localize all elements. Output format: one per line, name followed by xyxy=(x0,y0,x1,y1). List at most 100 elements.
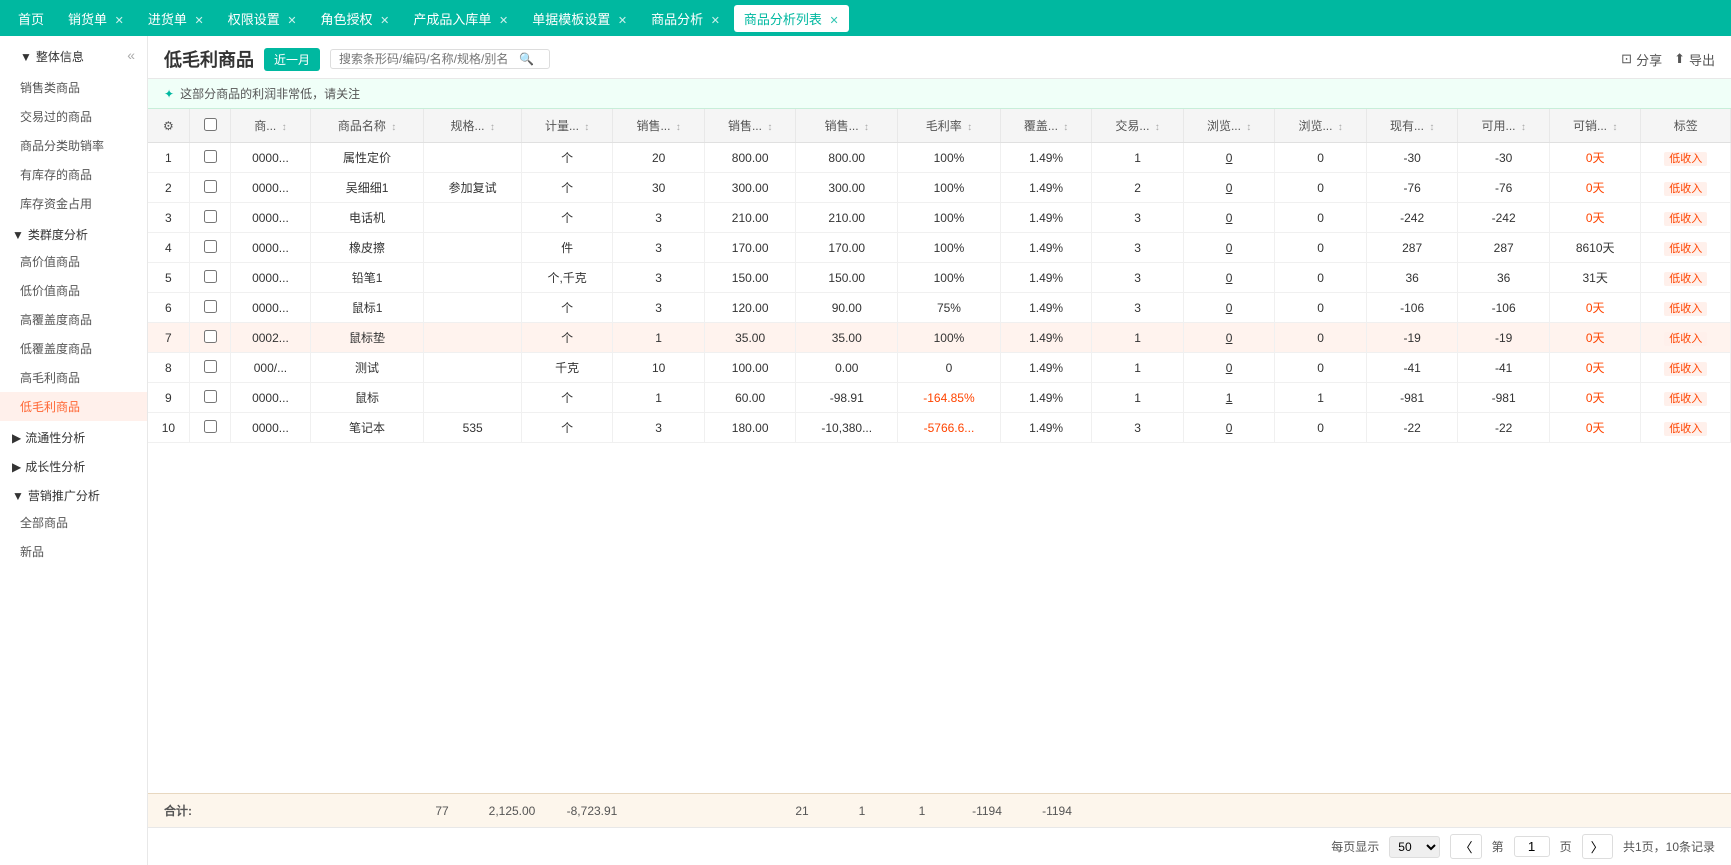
col-sales-qty[interactable]: 销售... ↕ xyxy=(613,109,705,143)
col-transactions[interactable]: 交易... ↕ xyxy=(1092,109,1184,143)
col-tag[interactable]: 标签 xyxy=(1641,109,1731,143)
views1-link[interactable]: 0 xyxy=(1226,331,1233,345)
nav-permissions[interactable]: 权限设置 ✕ xyxy=(218,5,307,32)
page-number-input[interactable] xyxy=(1514,836,1550,857)
row-checkbox[interactable] xyxy=(189,233,231,263)
search-box[interactable]: 🔍 xyxy=(330,49,550,69)
row-views1[interactable]: 1 xyxy=(1183,383,1275,413)
col-available-stock[interactable]: 可用... ↕ xyxy=(1458,109,1550,143)
nav-role-auth[interactable]: 角色授权 ✕ xyxy=(311,5,400,32)
sidebar-group-growth[interactable]: ▶ 成长性分析 xyxy=(0,450,147,479)
row-select-checkbox[interactable] xyxy=(204,300,217,313)
close-purchase-order-icon[interactable]: ✕ xyxy=(194,15,203,27)
sidebar-item-low-value[interactable]: 低价值商品 xyxy=(0,276,147,305)
row-checkbox[interactable] xyxy=(189,293,231,323)
col-views2[interactable]: 浏览... ↕ xyxy=(1275,109,1367,143)
per-page-select[interactable]: 50 20 100 xyxy=(1389,836,1440,858)
sidebar-item-high-coverage[interactable]: 高覆盖度商品 xyxy=(0,305,147,334)
nav-template-settings[interactable]: 单据模板设置 ✕ xyxy=(522,5,637,32)
col-code[interactable]: 商... ↕ xyxy=(231,109,310,143)
col-sales-price[interactable]: 销售... ↕ xyxy=(704,109,796,143)
col-checkbox[interactable] xyxy=(189,109,231,143)
sidebar-item-low-margin[interactable]: 低毛利商品 xyxy=(0,392,147,421)
row-views1[interactable]: 0 xyxy=(1183,353,1275,383)
col-settings[interactable]: ⚙ xyxy=(148,109,189,143)
sidebar-collapse-btn[interactable]: « xyxy=(123,47,139,63)
row-select-checkbox[interactable] xyxy=(204,210,217,223)
row-views1[interactable]: 0 xyxy=(1183,323,1275,353)
nav-product-analysis[interactable]: 商品分析 ✕ xyxy=(641,5,730,32)
nav-product-entry[interactable]: 产成品入库单 ✕ xyxy=(403,5,518,32)
sidebar-group-overview[interactable]: ▼ 整体信息 xyxy=(8,40,96,69)
row-select-checkbox[interactable] xyxy=(204,360,217,373)
views1-link[interactable]: 1 xyxy=(1226,391,1233,405)
export-button[interactable]: ⬆ 导出 xyxy=(1674,50,1715,69)
select-all-checkbox[interactable] xyxy=(204,118,217,131)
row-views1[interactable]: 0 xyxy=(1183,263,1275,293)
row-select-checkbox[interactable] xyxy=(204,330,217,343)
col-sellable[interactable]: 可销... ↕ xyxy=(1549,109,1641,143)
row-views1[interactable]: 0 xyxy=(1183,203,1275,233)
views1-link[interactable]: 0 xyxy=(1226,211,1233,225)
next-page-button[interactable]: 〉 xyxy=(1582,834,1613,859)
row-views1[interactable]: 0 xyxy=(1183,143,1275,173)
search-input[interactable] xyxy=(339,52,519,66)
row-views1[interactable]: 0 xyxy=(1183,233,1275,263)
close-template-icon[interactable]: ✕ xyxy=(618,15,627,27)
col-name[interactable]: 商品名称 ↕ xyxy=(310,109,424,143)
row-views1[interactable]: 0 xyxy=(1183,293,1275,323)
row-select-checkbox[interactable] xyxy=(204,420,217,433)
col-coverage[interactable]: 覆盖... ↕ xyxy=(1000,109,1092,143)
row-checkbox[interactable] xyxy=(189,173,231,203)
nav-home[interactable]: 首页 xyxy=(8,5,54,32)
row-select-checkbox[interactable] xyxy=(204,270,217,283)
sidebar-item-low-coverage[interactable]: 低覆盖度商品 xyxy=(0,334,147,363)
sidebar-item-new-products[interactable]: 新品 xyxy=(0,537,147,566)
row-checkbox[interactable] xyxy=(189,143,231,173)
col-spec[interactable]: 规格... ↕ xyxy=(424,109,521,143)
views1-link[interactable]: 0 xyxy=(1226,271,1233,285)
data-table-container[interactable]: ⚙ 商... ↕ 商品名称 ↕ 规格... ↕ 计量... ↕ 销售... ↕ … xyxy=(148,109,1731,793)
row-select-checkbox[interactable] xyxy=(204,150,217,163)
sidebar-item-category-rate[interactable]: 商品分类助销率 xyxy=(0,131,147,160)
views1-link[interactable]: 0 xyxy=(1226,421,1233,435)
sidebar-item-high-value[interactable]: 高价值商品 xyxy=(0,247,147,276)
row-checkbox[interactable] xyxy=(189,413,231,443)
share-button[interactable]: ⊡ 分享 xyxy=(1621,50,1662,69)
row-checkbox[interactable] xyxy=(189,353,231,383)
row-select-checkbox[interactable] xyxy=(204,240,217,253)
sidebar-group-cluster[interactable]: ▼ 类群度分析 xyxy=(0,218,147,247)
row-select-checkbox[interactable] xyxy=(204,180,217,193)
sidebar-item-stocked-products[interactable]: 有库存的商品 xyxy=(0,160,147,189)
row-views1[interactable]: 0 xyxy=(1183,413,1275,443)
close-product-entry-icon[interactable]: ✕ xyxy=(499,15,508,27)
nav-purchase-order[interactable]: 进货单 ✕ xyxy=(138,5,214,32)
row-select-checkbox[interactable] xyxy=(204,390,217,403)
sidebar-item-inventory-capital[interactable]: 库存资金占用 xyxy=(0,189,147,218)
col-views1[interactable]: 浏览... ↕ xyxy=(1183,109,1275,143)
views1-link[interactable]: 0 xyxy=(1226,301,1233,315)
search-icon[interactable]: 🔍 xyxy=(519,52,534,66)
period-button[interactable]: 近一月 xyxy=(264,48,320,71)
views1-link[interactable]: 0 xyxy=(1226,181,1233,195)
row-checkbox[interactable] xyxy=(189,203,231,233)
sidebar-item-sales-products[interactable]: 销售类商品 xyxy=(0,73,147,102)
row-checkbox[interactable] xyxy=(189,263,231,293)
sidebar-item-traded-products[interactable]: 交易过的商品 xyxy=(0,102,147,131)
close-analysis-list-icon[interactable]: ✕ xyxy=(830,15,839,27)
col-sales-amount[interactable]: 销售... ↕ xyxy=(796,109,898,143)
views1-link[interactable]: 0 xyxy=(1226,361,1233,375)
sidebar-group-flow[interactable]: ▶ 流通性分析 xyxy=(0,421,147,450)
sidebar-group-marketing[interactable]: ▼ 营销推广分析 xyxy=(0,479,147,508)
row-views1[interactable]: 0 xyxy=(1183,173,1275,203)
col-gross-margin[interactable]: 毛利率 ↕ xyxy=(898,109,1001,143)
close-permissions-icon[interactable]: ✕ xyxy=(287,15,296,27)
views1-link[interactable]: 0 xyxy=(1226,241,1233,255)
row-checkbox[interactable] xyxy=(189,323,231,353)
col-unit[interactable]: 计量... ↕ xyxy=(521,109,613,143)
sidebar-item-all-products[interactable]: 全部商品 xyxy=(0,508,147,537)
nav-analysis-list[interactable]: 商品分析列表 ✕ xyxy=(734,5,849,32)
close-sales-order-icon[interactable]: ✕ xyxy=(115,15,124,27)
sidebar-item-high-margin[interactable]: 高毛利商品 xyxy=(0,363,147,392)
close-role-auth-icon[interactable]: ✕ xyxy=(380,15,389,27)
